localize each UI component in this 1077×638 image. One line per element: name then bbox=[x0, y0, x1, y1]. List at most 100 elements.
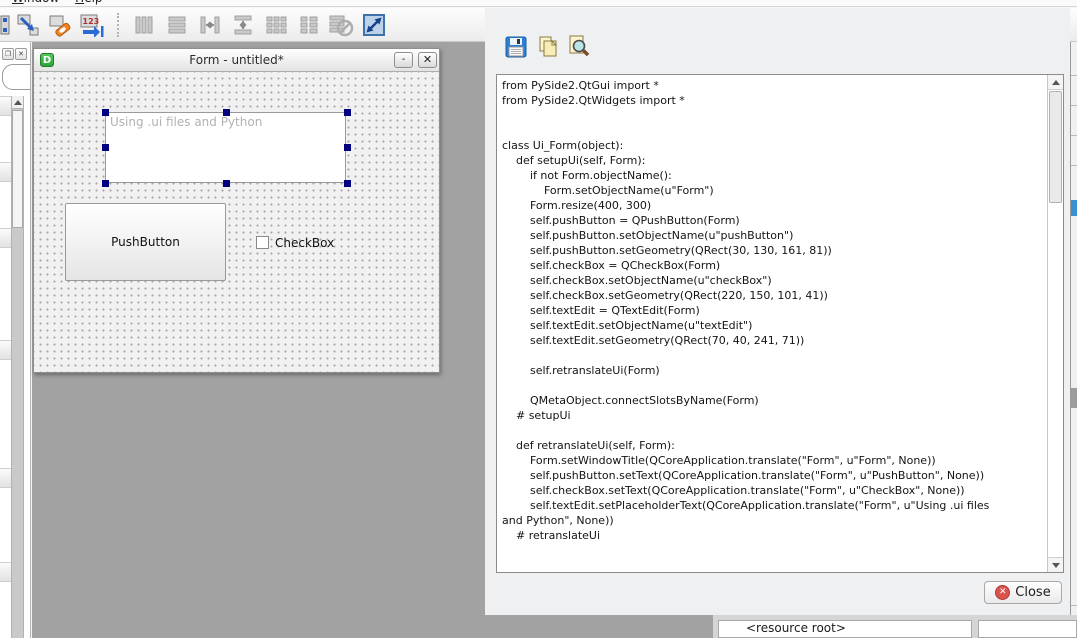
selection-handle[interactable] bbox=[102, 144, 109, 151]
break-layout-icon bbox=[328, 13, 354, 37]
property-selected-row[interactable] bbox=[1071, 200, 1077, 216]
pushbutton-label: PushButton bbox=[111, 235, 180, 249]
edit-tab-order-button[interactable]: 123 bbox=[78, 11, 106, 39]
adjust-size-icon bbox=[362, 13, 386, 37]
edit-widgets-button[interactable] bbox=[0, 11, 13, 39]
code-line: Form.setObjectName(u"Form") bbox=[502, 183, 1044, 198]
selection-handle[interactable] bbox=[102, 109, 109, 116]
lay-out-grid-button[interactable] bbox=[262, 11, 290, 39]
widget-category[interactable] bbox=[0, 228, 11, 248]
code-view[interactable]: from PySide2.QtGui import *from PySide2.… bbox=[496, 74, 1064, 573]
resource-tree[interactable]: <resource root> bbox=[718, 620, 972, 638]
property-row-divider bbox=[1071, 165, 1077, 166]
form-designer-window: D Form - untitled* - ✕ Using .ui files a… bbox=[33, 48, 440, 373]
toolbar-separator bbox=[117, 13, 119, 37]
property-row-divider bbox=[1071, 105, 1077, 106]
code-line: self.checkBox.setGeometry(QRect(220, 150… bbox=[502, 288, 1044, 303]
menu-help[interactable]: Help bbox=[75, 0, 102, 5]
code-line: # retranslateUi bbox=[502, 528, 1044, 543]
edit-buddies-icon bbox=[48, 13, 74, 37]
resource-root-label[interactable]: <resource root> bbox=[746, 621, 846, 635]
code-scrollbar[interactable] bbox=[1047, 75, 1063, 572]
lay-out-vertically-button[interactable] bbox=[163, 11, 191, 39]
widget-category[interactable] bbox=[0, 468, 11, 488]
code-line: # setupUi bbox=[502, 408, 1044, 423]
edit-signals-slots-icon bbox=[16, 13, 40, 37]
code-line: self.textEdit.setPlaceholderText(QCoreAp… bbox=[502, 498, 1044, 513]
code-line bbox=[502, 108, 1044, 123]
scrollbar-thumb[interactable] bbox=[12, 110, 23, 228]
selection-handle[interactable] bbox=[223, 180, 230, 187]
code-line: def setupUi(self, Form): bbox=[502, 153, 1044, 168]
lay-out-vertical-splitter-button[interactable] bbox=[229, 11, 257, 39]
edit-buddies-button[interactable] bbox=[47, 11, 75, 39]
code-line: self.pushButton.setGeometry(QRect(30, 13… bbox=[502, 243, 1044, 258]
form-close-button[interactable]: ✕ bbox=[418, 52, 437, 68]
copy-code-button[interactable] bbox=[534, 33, 562, 61]
widget-category[interactable] bbox=[0, 340, 11, 360]
code-line bbox=[502, 423, 1044, 438]
code-line: self.pushButton.setObjectName(u"pushButt… bbox=[502, 228, 1044, 243]
break-layout-button[interactable] bbox=[327, 11, 355, 39]
widget-box-scrollbar[interactable] bbox=[11, 96, 24, 638]
menu-window[interactable]: WWindowindow bbox=[12, 0, 59, 5]
checkbox-box[interactable] bbox=[256, 236, 269, 249]
code-line: self.retranslateUi(Form) bbox=[502, 363, 1044, 378]
qt-designer-window: { "window": { "menu_items": ["Window", "… bbox=[0, 0, 1077, 638]
textedit-widget[interactable]: Using .ui files and Python bbox=[105, 112, 346, 183]
scroll-up-arrow-icon[interactable] bbox=[12, 96, 23, 109]
property-editor-sliver bbox=[1070, 42, 1077, 615]
pushbutton-widget[interactable]: PushButton bbox=[65, 203, 226, 281]
form-window-titlebar[interactable]: D Form - untitled* - ✕ bbox=[34, 49, 439, 72]
widget-filter-input[interactable] bbox=[2, 64, 31, 90]
scrollbar-thumb[interactable] bbox=[1049, 91, 1062, 203]
code-line bbox=[502, 348, 1044, 363]
property-group-row bbox=[1071, 388, 1077, 408]
find-icon bbox=[566, 34, 592, 60]
save-code-button[interactable] bbox=[502, 33, 530, 61]
code-line: class Ui_Form(object): bbox=[502, 138, 1044, 153]
selection-handle[interactable] bbox=[344, 109, 351, 116]
lay-out-horizontally-icon bbox=[132, 13, 156, 37]
code-text: from PySide2.QtGui import *from PySide2.… bbox=[502, 78, 1044, 570]
code-line: self.pushButton = QPushButton(Form) bbox=[502, 213, 1044, 228]
selection-handle[interactable] bbox=[344, 180, 351, 187]
code-line: self.textEdit.setObjectName(u"textEdit") bbox=[502, 318, 1044, 333]
svg-text:123: 123 bbox=[83, 17, 100, 26]
lay-out-vertically-icon bbox=[165, 13, 189, 37]
adjust-size-button[interactable] bbox=[360, 11, 388, 39]
dock-float-button[interactable]: ❐ bbox=[2, 48, 14, 60]
copy-icon bbox=[536, 35, 560, 59]
selection-handle[interactable] bbox=[102, 180, 109, 187]
checkbox-widget[interactable]: CheckBox bbox=[256, 222, 357, 263]
form-minimize-button[interactable]: - bbox=[394, 52, 413, 68]
widget-category[interactable] bbox=[0, 96, 11, 116]
close-dialog-button[interactable]: ✕ Close bbox=[984, 581, 1062, 604]
edit-widgets-icon bbox=[0, 13, 11, 37]
lay-out-horizontal-splitter-button[interactable] bbox=[196, 11, 224, 39]
widget-category[interactable] bbox=[0, 562, 11, 582]
dock-close-button[interactable]: ✕ bbox=[15, 48, 27, 60]
code-line: self.pushButton.setText(QCoreApplication… bbox=[502, 468, 1044, 483]
code-line: QMetaObject.connectSlotsByName(Form) bbox=[502, 393, 1044, 408]
code-line: self.checkBox.setText(QCoreApplication.t… bbox=[502, 483, 1044, 498]
scroll-up-arrow-icon[interactable] bbox=[1048, 75, 1063, 90]
checkbox-label: CheckBox bbox=[275, 236, 334, 250]
lay-out-horizontally-button[interactable] bbox=[130, 11, 158, 39]
code-line: Form.resize(400, 300) bbox=[502, 198, 1044, 213]
edit-signals-slots-button[interactable] bbox=[14, 11, 42, 39]
selection-handle[interactable] bbox=[223, 109, 230, 116]
widget-category[interactable] bbox=[0, 162, 11, 182]
code-line: self.checkBox.setObjectName(u"checkBox") bbox=[502, 273, 1044, 288]
selection-handle[interactable] bbox=[344, 144, 351, 151]
code-line: if not Form.objectName(): bbox=[502, 168, 1044, 183]
find-in-code-button[interactable] bbox=[565, 33, 593, 61]
form-canvas[interactable]: Using .ui files and Python PushButton Ch… bbox=[34, 72, 439, 372]
lay-out-horizontal-splitter-icon bbox=[198, 13, 222, 37]
scroll-down-arrow-icon[interactable] bbox=[1048, 557, 1063, 572]
lay-out-vertical-splitter-icon bbox=[231, 13, 255, 37]
code-line bbox=[502, 378, 1044, 393]
close-button-label: Close bbox=[1015, 585, 1050, 600]
lay-out-form-button[interactable] bbox=[295, 11, 323, 39]
close-x-icon: ✕ bbox=[995, 585, 1010, 600]
